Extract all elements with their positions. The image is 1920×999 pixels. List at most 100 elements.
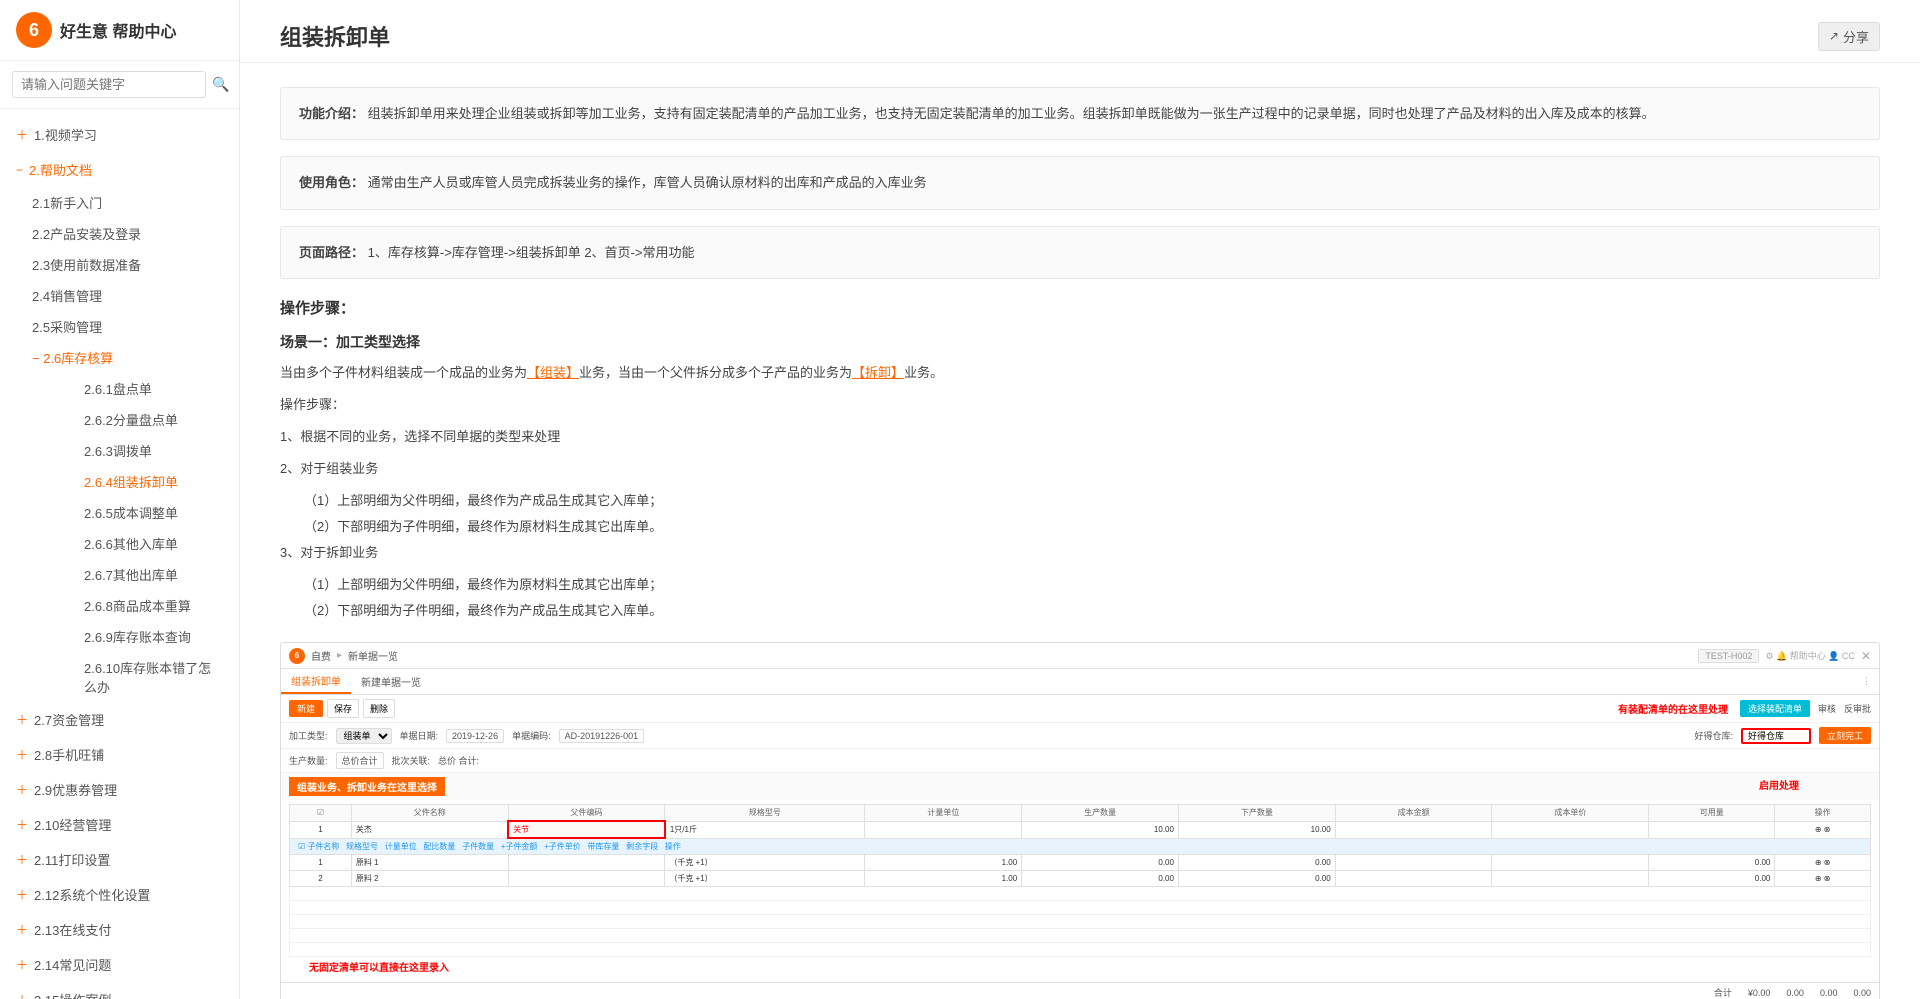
screen-btn-select-bom[interactable]: 选择装配清单: [1740, 700, 1810, 717]
screen-form-label-qty: 生产数量:: [289, 754, 328, 767]
page-title: 组装拆卸单: [280, 20, 390, 52]
screen-logo-icon: 6: [289, 648, 305, 664]
sidebar-item-install[interactable]: 2.2产品安装及登录: [0, 218, 239, 249]
table-row-sub-2: 2 原料 2 （千克 +1） 1.00 0.00 0.00 0.00 ⊕: [290, 871, 1871, 887]
screen-btn-action: 反审批: [1844, 702, 1871, 715]
screen-select-type[interactable]: 组装单拆卸单: [336, 728, 392, 744]
screen-form-qty: 总价合计: [336, 752, 384, 769]
search-input[interactable]: [12, 71, 206, 98]
screen-btn-save[interactable]: 保存: [327, 699, 359, 718]
screen-annot-nofixed: 无固定清单可以直接在这里录入: [289, 957, 1871, 978]
screen-btn-delete[interactable]: 删除: [363, 699, 395, 718]
table-row-sub-header: ☑ 子件名称 规格型号 计量单位 配比数量 子件数量 +子件金额 +子件单价 带…: [290, 838, 1871, 855]
screen-th-cost-amt: 成本金额: [1335, 805, 1492, 822]
role-block: 使用角色： 通常由生产人员或库管人员完成拆装业务的操作，库管人员确认原材料的出库…: [280, 156, 1880, 209]
screen-annot-enable: 启用处理: [1759, 777, 1799, 792]
screen-form-warehouse[interactable]: [1741, 728, 1811, 744]
func-intro-label: 功能介绍：: [299, 106, 364, 121]
sidebar-item-print[interactable]: ＋ 2.11打印设置: [0, 842, 239, 877]
expand-icon-case: ＋: [16, 991, 28, 999]
sidebar-item-new[interactable]: 2.1新手入门: [0, 187, 239, 218]
sidebar-item-purchase[interactable]: 2.5采购管理: [0, 311, 239, 342]
expand-icon-print: ＋: [16, 851, 28, 868]
table-row-5: [290, 915, 1871, 929]
screen-form-label-date: 单据日期:: [400, 729, 439, 742]
logo-icon: 6: [16, 12, 52, 48]
sidebar-item-269[interactable]: 2.6.9库存账本查询: [52, 621, 239, 652]
sidebar-item-264[interactable]: 2.6.4组装拆卸单: [52, 466, 239, 497]
sidebar-item-video[interactable]: ＋ 1.视频学习: [0, 117, 239, 152]
sidebar-item-case[interactable]: ＋ 2.15操作案例: [0, 982, 239, 999]
sidebar-item-262[interactable]: 2.6.2分量盘点单: [52, 404, 239, 435]
path-label: 页面路径：: [299, 245, 364, 260]
scene1-title: 场景一：加工类型选择: [280, 332, 1880, 352]
sidebar-item-sales[interactable]: 2.4销售管理: [0, 280, 239, 311]
screen-form-label-warehouse: 好得仓库:: [1694, 729, 1733, 742]
search-box: 🔍: [0, 61, 239, 109]
sidebar-item-online[interactable]: ＋ 2.13在线支付: [0, 912, 239, 947]
screen-cell-code-highlight: 关节: [513, 825, 529, 834]
step3-1: （1）上部明细为父件明细，最终作为原材料生成其它出库单；: [304, 572, 1880, 598]
screen-form-batch: 总价 合计:: [438, 754, 479, 767]
share-icon: ↗: [1829, 29, 1839, 43]
sidebar-item-263[interactable]: 2.6.3调拨单: [52, 435, 239, 466]
step2-2: （2）下部明细为子件明细，最终作为原材料生成其它出库单。: [304, 514, 1880, 540]
screen-th-unit: 计量单位: [865, 805, 1022, 822]
expand-icon-ops: ＋: [16, 816, 28, 833]
screen-btn-audit: 审核: [1818, 702, 1836, 715]
stock-minus-icon: −: [32, 351, 43, 366]
screen-th-check: ☑: [290, 805, 352, 822]
sidebar-item-docs[interactable]: − 2.帮助文档: [0, 152, 239, 187]
ops-title: 操作步骤：: [280, 297, 1880, 318]
sidebar-item-mobile[interactable]: ＋ 2.8手机旺铺: [0, 737, 239, 772]
sidebar-item-268[interactable]: 2.6.8商品成本重算: [52, 590, 239, 621]
step3-details: （1）上部明细为父件明细，最终作为原材料生成其它出库单； （2）下部明细为子件明…: [280, 572, 1880, 624]
screen-close-icon[interactable]: ✕: [1861, 649, 1871, 663]
step2-1: （1）上部明细为父件明细，最终作为产成品生成其它入库单；: [304, 488, 1880, 514]
search-icon[interactable]: 🔍: [212, 76, 229, 93]
step2-details: （1）上部明细为父件明细，最终作为产成品生成其它入库单； （2）下部明细为子件明…: [280, 488, 1880, 540]
screen-btn-confirm[interactable]: 立刻完工: [1819, 727, 1871, 744]
screenshot-container: 6 自费 ▸ 新单据一览 TEST-H002 ⚙ 🔔 帮助中心 👤 CC ✕ 组…: [280, 642, 1880, 999]
sidebar-item-faq[interactable]: ＋ 2.14常见问题: [0, 947, 239, 982]
expand-icon-custom: ＋: [16, 886, 28, 903]
sidebar-item-2610[interactable]: 2.6.10库存账本错了怎么办: [52, 652, 239, 702]
share-button[interactable]: ↗ 分享: [1818, 22, 1880, 51]
sidebar-item-stock[interactable]: − 2.6库存核算: [0, 342, 239, 373]
zuanzhuang-link[interactable]: 【组装】: [527, 365, 579, 380]
expand-icon-online: ＋: [16, 921, 28, 938]
screen-footer: 合计 ¥0.00 0.00 0.00 0.00: [281, 982, 1879, 999]
screen-footer-total4: 0.00: [1853, 988, 1871, 998]
screen-footer-label: 合计: [1714, 986, 1732, 999]
step1-text: 1、根据不同的业务，选择不同单据的类型来处理: [280, 424, 1880, 450]
main-header: 组装拆卸单 ↗ 分享: [240, 0, 1920, 63]
screen-sub-header-labels: ☑ 子件名称 规格型号 计量单位 配比数量 子件数量 +子件金额 +子件单价 带…: [298, 842, 681, 851]
sidebar-item-capital[interactable]: ＋ 2.7资金管理: [0, 702, 239, 737]
sidebar-item-261[interactable]: 2.6.1盘点单: [52, 373, 239, 404]
screenshot-wrap: 6 自费 ▸ 新单据一览 TEST-H002 ⚙ 🔔 帮助中心 👤 CC ✕ 组…: [281, 643, 1879, 999]
screen-btn-new[interactable]: 新建: [289, 700, 323, 717]
expand-icon: ＋: [16, 126, 28, 143]
sidebar-item-ops[interactable]: ＋ 2.10经营管理: [0, 807, 239, 842]
screen-form-label-qty2: 批次关联:: [392, 754, 431, 767]
path-block: 页面路径： 1、库存核算->库存管理->组装拆卸单 2、首页->常用功能: [280, 226, 1880, 279]
screen-th-sub-qty: 下产数量: [1178, 805, 1335, 822]
nav-list: ＋ 1.视频学习 − 2.帮助文档 2.1新手入门 2.2产品安装及登录 2.3…: [0, 109, 239, 999]
screen-th-code: 父件编码: [508, 805, 665, 822]
step2-text: 2、对于组装业务: [280, 456, 1880, 482]
table-row-sub-1: 1 原料 1 （千克 +1） 1.00 0.00 0.00 0.00 ⊕: [290, 855, 1871, 871]
screen-form-label-type: 加工类型:: [289, 729, 328, 742]
table-row-7: [290, 943, 1871, 957]
screen-th-spec: 规格型号: [665, 805, 865, 822]
screen-tab-assembly[interactable]: 组装拆卸单: [281, 669, 351, 694]
sidebar-item-custom[interactable]: ＋ 2.12系统个性化设置: [0, 877, 239, 912]
screen-tab-new[interactable]: 新建单据一览: [351, 670, 431, 693]
chaijian-link[interactable]: 【拆卸】: [852, 365, 904, 380]
expand-icon-mobile: ＋: [16, 746, 28, 763]
sidebar-item-data[interactable]: 2.3使用前数据准备: [0, 249, 239, 280]
sidebar-item-266[interactable]: 2.6.6其他入库单: [52, 528, 239, 559]
sidebar-item-265[interactable]: 2.6.5成本调整单: [52, 497, 239, 528]
sidebar-item-coupon[interactable]: ＋ 2.9优惠券管理: [0, 772, 239, 807]
role-label: 使用角色：: [299, 175, 364, 190]
sidebar-item-267[interactable]: 2.6.7其他出库单: [52, 559, 239, 590]
